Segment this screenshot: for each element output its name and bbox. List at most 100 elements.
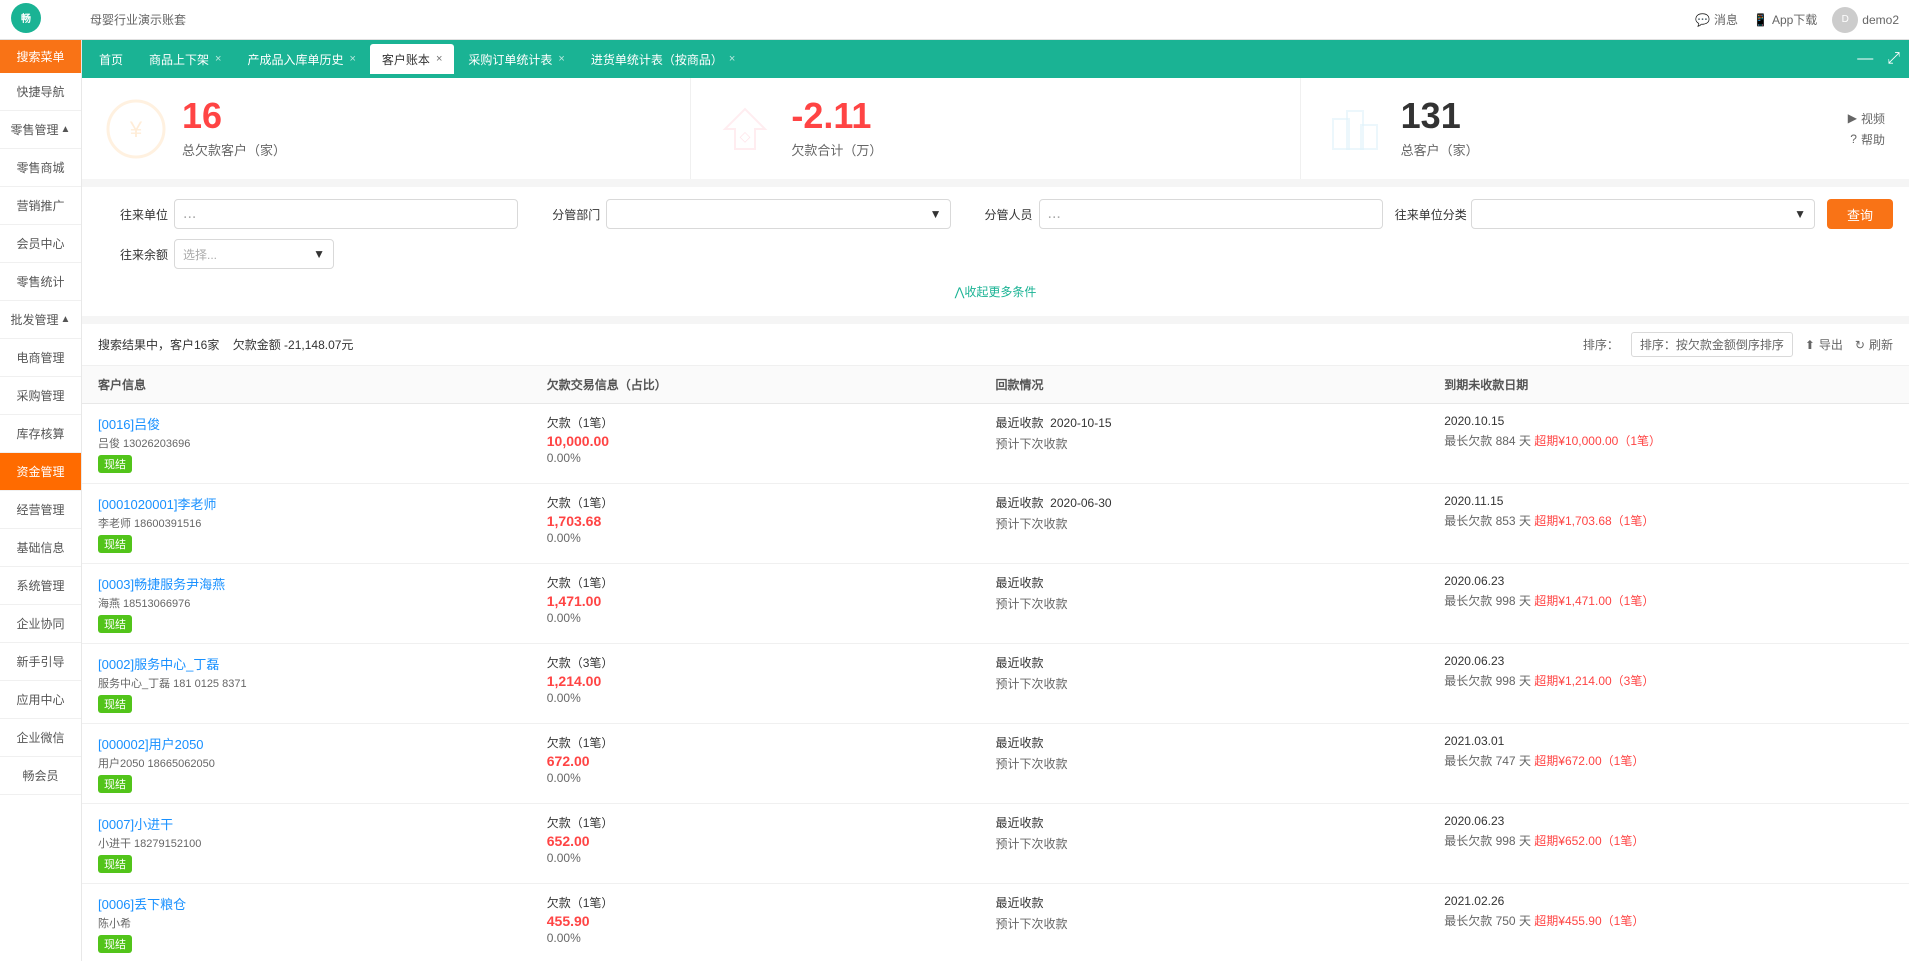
user-profile[interactable]: D demo2 [1832, 7, 1899, 33]
sidebar-item-finance[interactable]: 资金管理 [0, 453, 81, 491]
overdue-link-3[interactable]: 超期¥1,214.00（3笔） [1534, 674, 1654, 688]
overdue-link-6[interactable]: 超期¥455.90（1笔） [1534, 914, 1644, 928]
next-collection-5: 预计下次收款 [996, 835, 1445, 852]
sidebar-item-apps[interactable]: 应用中心 [0, 681, 81, 719]
sidebar-item-ecommerce[interactable]: 电商管理 [0, 339, 81, 377]
top-bar: 畅 母婴行业演示账套 💬 消息 📱 App下载 D demo2 [0, 0, 1909, 40]
next-collection-4: 预计下次收款 [996, 755, 1445, 772]
debt-ratio-2: 0.00% [547, 611, 996, 625]
sidebar-item-basics[interactable]: 基础信息 [0, 529, 81, 567]
customer-cell-2: [0003]畅捷服务尹海燕 海燕 18513066976 现结 [98, 574, 547, 633]
filter-person-dots[interactable]: ... [1048, 205, 1061, 223]
debt-amount-2[interactable]: 1,471.00 [547, 593, 996, 609]
filter-balance-select[interactable]: 选择... ▼ [174, 239, 334, 269]
tab-close-production[interactable]: × [349, 53, 355, 65]
app-subtitle: 母婴行业演示账套 [90, 11, 1695, 28]
customer-sub-4: 用户2050 18665062050 [98, 755, 547, 771]
sidebar-item-guide[interactable]: 新手引导 [0, 643, 81, 681]
sidebar-item-purchase[interactable]: 采购管理 [0, 377, 81, 415]
sidebar-item-wholesale[interactable]: 批发管理 ▲ [0, 301, 81, 339]
sidebar-item-retail-mgmt[interactable]: 零售管理 ▲ [0, 111, 81, 149]
next-collection-1: 预计下次收款 [996, 515, 1445, 532]
debt-amount-0[interactable]: 10,000.00 [547, 433, 996, 449]
overdue-link-0[interactable]: 超期¥10,000.00（1笔） [1534, 434, 1661, 448]
overdue-link-2[interactable]: 超期¥1,471.00（1笔） [1534, 594, 1654, 608]
filter-customer-input[interactable]: ... [174, 199, 518, 229]
filter-row-1: 往来单位 ... 分管部门 ▼ [98, 199, 1893, 229]
sidebar-item-vip[interactable]: 畅会员 [0, 757, 81, 795]
overdue-link-1[interactable]: 超期¥1,703.68（1笔） [1534, 514, 1654, 528]
top-bar-right: 💬 消息 📱 App下载 D demo2 [1695, 7, 1899, 33]
customer-name-1[interactable]: [0001020001]李老师 [98, 494, 547, 513]
debt-ratio-6: 0.00% [547, 931, 996, 945]
debt-amount-4[interactable]: 672.00 [547, 753, 996, 769]
customer-name-2[interactable]: [0003]畅捷服务尹海燕 [98, 574, 547, 593]
filter-category-select[interactable]: ▼ [1471, 199, 1815, 229]
sort-select[interactable]: 排序：按欠款金额倒序排序 [1631, 332, 1793, 357]
collapse-button[interactable]: ⋀ 收起更多条件 [98, 279, 1893, 304]
sidebar-item-inventory[interactable]: 库存核算 [0, 415, 81, 453]
recent-collection-3: 最近收款 [996, 654, 1445, 671]
export-button[interactable]: ⬆ 导出 [1805, 336, 1843, 353]
tab-close-customer[interactable]: × [436, 53, 442, 65]
sidebar-search[interactable]: 搜索菜单 [0, 40, 81, 73]
debt-cell-1: 欠款（1笔） 1,703.68 0.00% [547, 494, 996, 545]
next-collection-6: 预计下次收款 [996, 915, 1445, 932]
table-row-inner-3: [0002]服务中心_丁磊 服务中心_丁磊 181 0125 8371 现结 欠… [82, 644, 1909, 723]
refresh-button[interactable]: ↻ 刷新 [1855, 336, 1893, 353]
debt-amount-5[interactable]: 652.00 [547, 833, 996, 849]
help-action[interactable]: ? 帮助 [1850, 131, 1885, 148]
overdue-date-0: 2020.10.15 [1444, 414, 1893, 428]
customer-sub-2: 海燕 18513066976 [98, 595, 547, 611]
filter-person-input[interactable]: ... [1039, 199, 1383, 229]
total-customers-number: 131 [1401, 98, 1479, 134]
customer-name-5[interactable]: [0007]小进干 [98, 814, 547, 833]
table-row-inner-0: [0016]吕俊 吕俊 13026203696 现结 欠款（1笔） 10,000… [82, 404, 1909, 483]
tab-purchase-stats[interactable]: 采购订单统计表 × [456, 44, 576, 74]
debt-amount-3[interactable]: 1,214.00 [547, 673, 996, 689]
debt-amount-6[interactable]: 455.90 [547, 913, 996, 929]
filter-dept-select[interactable]: ▼ [606, 199, 950, 229]
customer-name-3[interactable]: [0002]服务中心_丁磊 [98, 654, 547, 673]
sidebar-item-retail-store[interactable]: 零售商城 [0, 149, 81, 187]
sidebar-item-member[interactable]: 会员中心 [0, 225, 81, 263]
tab-production-history[interactable]: 产成品入库单历史 × [235, 44, 367, 74]
overdue-link-4[interactable]: 超期¥672.00（1笔） [1534, 754, 1644, 768]
customer-cell-5: [0007]小进干 小进干 18279152100 现结 [98, 814, 547, 873]
debt-ratio-3: 0.00% [547, 691, 996, 705]
tab-close-products[interactable]: × [215, 53, 221, 65]
tab-home[interactable]: 首页 [87, 44, 135, 74]
video-action[interactable]: ▶ 视频 [1848, 110, 1885, 127]
tab-close-inbound[interactable]: × [729, 53, 735, 65]
sidebar-item-wechat[interactable]: 企业微信 [0, 719, 81, 757]
sidebar-item-marketing[interactable]: 营销推广 [0, 187, 81, 225]
sidebar-quick-nav[interactable]: 快捷导航 [0, 73, 81, 111]
tab-inbound-stats[interactable]: 进货单统计表（按商品） × [579, 44, 747, 74]
filter-customer-dots[interactable]: ... [183, 205, 196, 223]
sidebar-item-enterprise[interactable]: 企业协同 [0, 605, 81, 643]
customer-name-0[interactable]: [0016]吕俊 [98, 414, 547, 433]
debt-count-6: 欠款（1笔） [547, 894, 996, 911]
sidebar-item-system[interactable]: 系统管理 [0, 567, 81, 605]
message-btn[interactable]: 💬 消息 [1695, 11, 1738, 28]
debt-ratio-1: 0.00% [547, 531, 996, 545]
debt-amount-1[interactable]: 1,703.68 [547, 513, 996, 529]
filter-category: 往来单位分类 ▼ [1395, 199, 1815, 229]
customer-name-4[interactable]: [000002]用户2050 [98, 734, 547, 753]
col-customer-info: 客户信息 [98, 376, 547, 393]
search-button[interactable]: 查询 [1827, 199, 1893, 229]
tab-products[interactable]: 商品上下架 × [137, 44, 233, 74]
customer-badge-0: 现结 [98, 455, 132, 473]
customer-name-6[interactable]: [0006]丢下粮仓 [98, 894, 547, 913]
sidebar-item-operations[interactable]: 经营管理 [0, 491, 81, 529]
debt-count-5: 欠款（1笔） [547, 814, 996, 831]
col-overdue-date: 到期未收款日期 [1444, 376, 1893, 393]
overdue-date-4: 2021.03.01 [1444, 734, 1893, 748]
sidebar-item-retail-stats[interactable]: 零售统计 [0, 263, 81, 301]
tab-close-purchase[interactable]: × [558, 53, 564, 65]
minimize-btn[interactable]: — [1853, 48, 1877, 70]
maximize-btn[interactable]: ⤢ [1883, 48, 1904, 70]
app-download-btn[interactable]: 📱 App下载 [1753, 11, 1817, 28]
overdue-link-5[interactable]: 超期¥652.00（1笔） [1534, 834, 1644, 848]
tab-customer-accounts[interactable]: 客户账本 × [370, 44, 454, 74]
